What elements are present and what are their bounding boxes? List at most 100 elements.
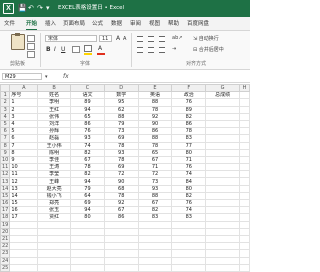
cell[interactable]	[70, 263, 105, 272]
row-header[interactable]: 21	[0, 234, 11, 244]
cell[interactable]: 11	[9, 170, 39, 179]
cell[interactable]: 赵大亮	[37, 184, 72, 193]
cell[interactable]: 6	[9, 134, 39, 143]
cell[interactable]	[205, 98, 241, 107]
cell[interactable]	[205, 184, 241, 193]
cell[interactable]: 92	[103, 198, 139, 208]
row-header[interactable]: 13	[0, 177, 11, 186]
cell[interactable]: 78	[103, 141, 139, 150]
row-header[interactable]: 14	[0, 184, 11, 193]
row-header[interactable]: 6	[0, 127, 11, 136]
cell[interactable]: 93	[137, 184, 173, 193]
tab-file[interactable]: 文件	[4, 20, 15, 28]
cell[interactable]: 7	[9, 141, 39, 150]
cell[interactable]: 88	[137, 98, 173, 107]
cell[interactable]: 86	[70, 119, 105, 129]
cell[interactable]: 78	[70, 163, 105, 172]
cell[interactable]: 72	[103, 170, 139, 179]
cell[interactable]	[205, 119, 241, 129]
row-header[interactable]: 9	[0, 148, 11, 157]
cell[interactable]	[37, 242, 72, 251]
row-header[interactable]: 19	[0, 220, 11, 229]
cell[interactable]: 76	[171, 163, 207, 172]
font-name-select[interactable]: 宋体	[45, 35, 97, 42]
cell[interactable]	[137, 220, 173, 229]
cell[interactable]	[205, 213, 241, 222]
cell[interactable]	[239, 141, 250, 150]
cell[interactable]: 78	[137, 141, 173, 150]
cell[interactable]: 83	[171, 213, 207, 222]
cell[interactable]	[171, 227, 207, 236]
cell[interactable]: 79	[70, 184, 105, 193]
grow-font-button[interactable]: A	[116, 35, 120, 42]
cell[interactable]: 88	[137, 191, 173, 201]
cell[interactable]	[103, 220, 139, 229]
font-size-select[interactable]: 11	[99, 35, 112, 42]
cell[interactable]	[205, 242, 241, 251]
cell[interactable]: 17	[9, 213, 39, 222]
cell[interactable]: 15	[9, 198, 39, 208]
cell[interactable]	[37, 220, 72, 229]
cell[interactable]: 16	[9, 206, 39, 215]
cell[interactable]: 64	[70, 191, 105, 201]
cell[interactable]	[239, 163, 250, 172]
cell[interactable]	[239, 263, 250, 272]
row-header[interactable]: 4	[0, 112, 11, 121]
save-icon[interactable]: 💾	[18, 3, 27, 14]
cell[interactable]: 94	[70, 177, 105, 186]
orientation-icon[interactable]: ab↗	[172, 35, 182, 41]
cell[interactable]: 67	[137, 198, 173, 208]
cell[interactable]	[239, 191, 250, 201]
cell[interactable]: 张玉	[37, 206, 72, 215]
row-header[interactable]: 5	[0, 119, 11, 129]
cell[interactable]	[205, 112, 241, 121]
cell[interactable]	[239, 98, 250, 107]
column-header[interactable]: C	[70, 83, 105, 93]
cell[interactable]	[205, 206, 241, 215]
cell[interactable]: 69	[103, 134, 139, 143]
cell[interactable]	[205, 249, 241, 258]
cell[interactable]	[239, 112, 250, 121]
cell[interactable]: 83	[137, 213, 173, 222]
row-header[interactable]: 7	[0, 134, 11, 143]
cell[interactable]: 88	[137, 134, 173, 143]
align-center-icon[interactable]	[148, 47, 154, 53]
cell[interactable]: 82	[171, 112, 207, 121]
cell[interactable]	[205, 191, 241, 201]
cell[interactable]: 62	[103, 105, 139, 114]
align-right-icon[interactable]	[159, 47, 165, 53]
cell[interactable]	[205, 155, 241, 165]
row-header[interactable]: 15	[0, 191, 11, 201]
align-middle-icon[interactable]	[148, 36, 154, 42]
cell[interactable]	[37, 256, 72, 265]
tab-data[interactable]: 数据	[111, 20, 122, 28]
cell[interactable]: 86	[171, 119, 207, 129]
cell[interactable]: 钱小飞	[37, 191, 72, 201]
select-all-corner[interactable]	[0, 83, 11, 93]
cut-icon[interactable]	[27, 35, 35, 42]
row-header[interactable]: 1	[0, 91, 11, 100]
copy-icon[interactable]	[27, 43, 35, 50]
cell[interactable]: 10	[9, 163, 39, 172]
cell[interactable]: 78	[171, 127, 207, 136]
row-header[interactable]: 24	[0, 256, 11, 265]
cell[interactable]	[9, 242, 39, 251]
cell[interactable]: 张伟	[37, 112, 72, 121]
cell[interactable]	[239, 134, 250, 143]
cell[interactable]: 92	[137, 112, 173, 121]
cell[interactable]: 贾红	[37, 213, 72, 222]
cell[interactable]: 79	[103, 119, 139, 129]
cell[interactable]: 86	[103, 213, 139, 222]
cell[interactable]: 86	[137, 127, 173, 136]
cell[interactable]: 李佳	[37, 155, 72, 165]
cell[interactable]: 78	[103, 191, 139, 201]
cell[interactable]: 总成绩	[205, 91, 241, 100]
cell[interactable]: 姓名	[37, 91, 72, 100]
redo-icon[interactable]: ↷	[37, 3, 43, 14]
cell[interactable]	[239, 155, 250, 165]
cell[interactable]	[137, 234, 173, 244]
cell[interactable]: 82	[171, 191, 207, 201]
cell[interactable]: 王涛	[37, 163, 72, 172]
cell[interactable]: 76	[70, 127, 105, 136]
cell[interactable]: 12	[9, 177, 39, 186]
